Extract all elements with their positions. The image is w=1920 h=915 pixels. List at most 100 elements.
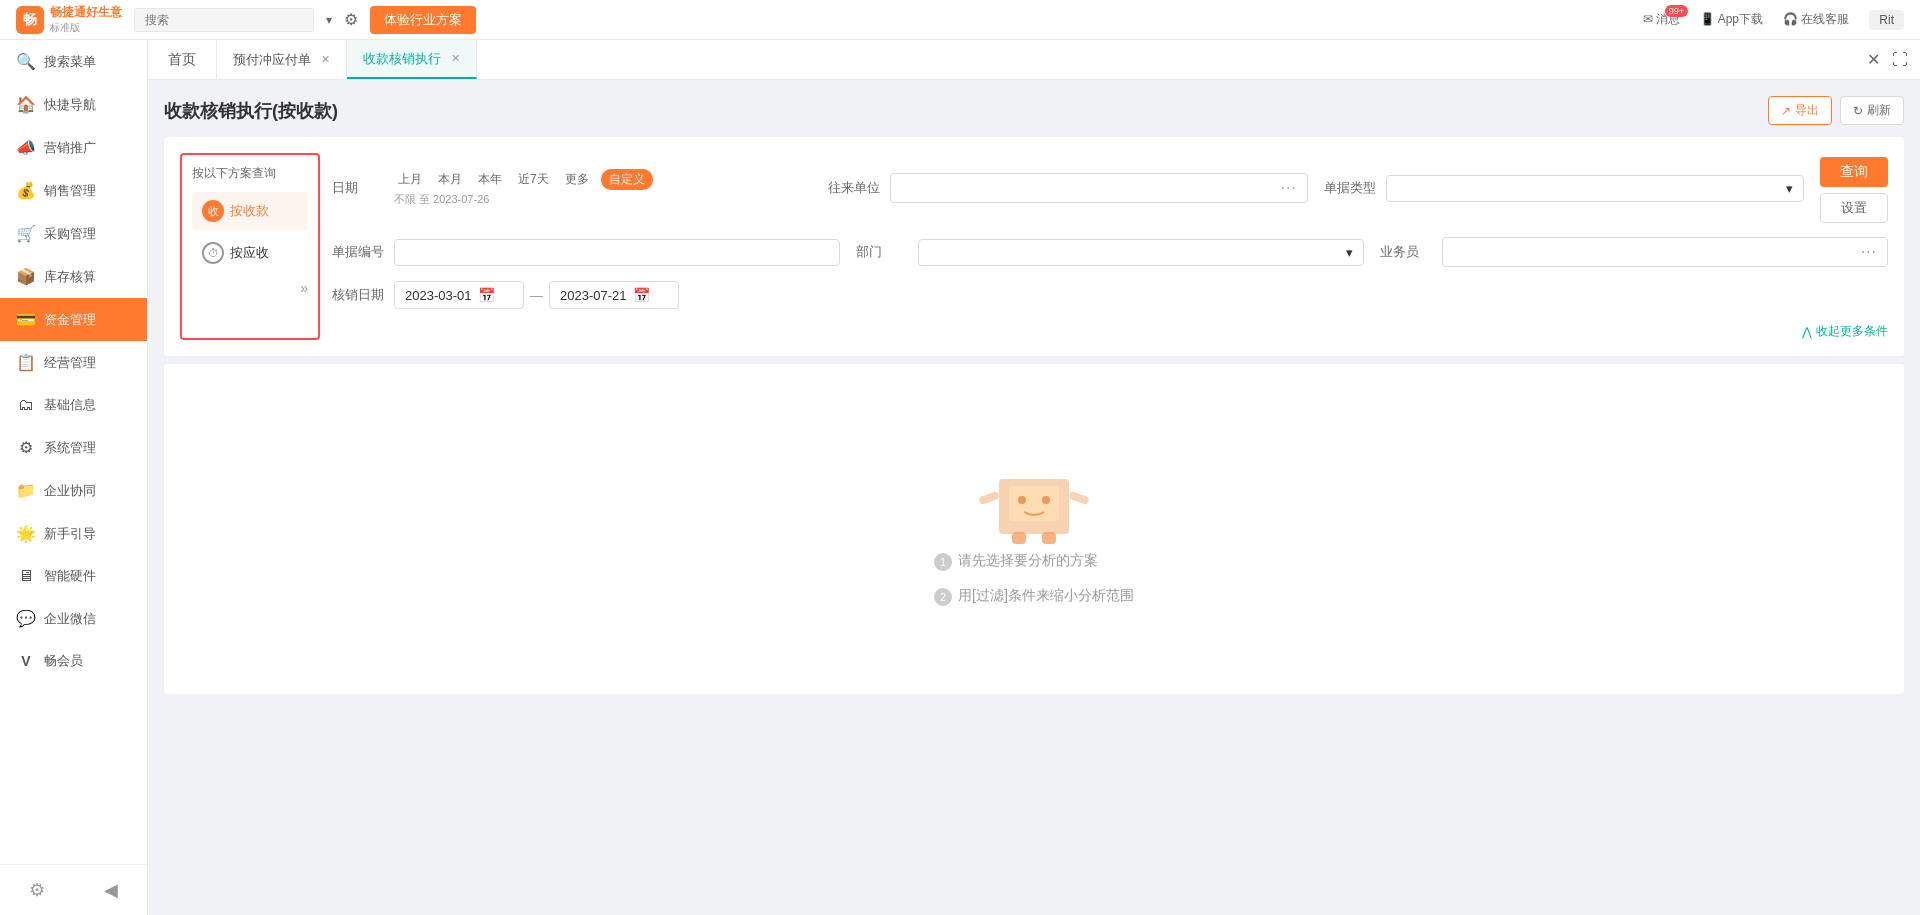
sidebar-item-collab[interactable]: 📁 企业协同 bbox=[0, 469, 147, 512]
logo-icon: 畅 bbox=[16, 6, 44, 34]
sidebar-label-finance: 资金管理 bbox=[44, 311, 96, 329]
tab-verify-close[interactable]: ✕ bbox=[451, 52, 460, 65]
sidebar-label-purchase: 采购管理 bbox=[44, 225, 96, 243]
page-header: 收款核销执行(按收款) ↗ 导出 ↻ 刷新 bbox=[164, 96, 1904, 125]
collapse-more-icon: ⋀ bbox=[1802, 325, 1812, 339]
refresh-button[interactable]: ↻ 刷新 bbox=[1840, 96, 1904, 125]
sidebar-item-finance[interactable]: 💳 资金管理 bbox=[0, 298, 147, 341]
app-download-btn[interactable]: 📱 App下载 bbox=[1700, 11, 1763, 28]
sidebar: 🔍 搜索菜单 🏠 快捷导航 📣 营销推广 💰 销售管理 🛒 采购管理 📦 库存核… bbox=[0, 40, 148, 915]
query-button[interactable]: 查询 bbox=[1820, 157, 1888, 187]
sidebar-collapse-icon[interactable]: ◀ bbox=[92, 873, 130, 907]
settings-button[interactable]: 设置 bbox=[1820, 193, 1888, 223]
collapse-icon[interactable]: » bbox=[300, 280, 308, 296]
page-title: 收款核销执行(按收款) bbox=[164, 99, 338, 123]
svg-rect-5 bbox=[1068, 491, 1090, 505]
refresh-label: 刷新 bbox=[1867, 102, 1891, 119]
sidebar-item-marketing[interactable]: 📣 营销推广 bbox=[0, 126, 147, 169]
verify-date-start[interactable]: 2023-03-01 📅 bbox=[394, 281, 524, 309]
export-icon: ↗ bbox=[1781, 104, 1791, 118]
salesman-dots: ··· bbox=[1861, 243, 1877, 261]
collapse-more-btn[interactable]: ⋀ 收起更多条件 bbox=[1802, 323, 1888, 340]
download-icon: 📱 bbox=[1700, 12, 1715, 26]
sidebar-item-inventory[interactable]: 📦 库存核算 bbox=[0, 255, 147, 298]
date-tab-more[interactable]: 更多 bbox=[561, 170, 593, 189]
date-tab-custom[interactable]: 自定义 bbox=[601, 169, 653, 190]
sidebar-item-guide[interactable]: 🌟 新手引导 bbox=[0, 512, 147, 555]
date-label: 日期 bbox=[332, 179, 386, 197]
tab-prepay-close[interactable]: ✕ bbox=[321, 53, 330, 66]
industry-btn[interactable]: 体验行业方案 bbox=[370, 6, 476, 34]
search-input[interactable] bbox=[134, 8, 314, 32]
collab-icon: 📁 bbox=[16, 481, 36, 500]
tab-expand-icon[interactable]: ⛶ bbox=[1888, 47, 1912, 73]
export-label: 导出 bbox=[1795, 102, 1819, 119]
sidebar-item-basic-info[interactable]: 🗂 基础信息 bbox=[0, 384, 147, 426]
sidebar-item-system[interactable]: ⚙ 系统管理 bbox=[0, 426, 147, 469]
salesman-input[interactable]: ··· bbox=[1442, 237, 1888, 267]
top-bar-right: ✉ 消息 99+ 📱 App下载 🎧 在线客服 Rit bbox=[1643, 10, 1904, 30]
finance-icon: 💳 bbox=[16, 310, 36, 329]
message-count: 99+ bbox=[1665, 5, 1688, 17]
cal-start-icon[interactable]: 📅 bbox=[478, 287, 495, 303]
date-tab-last-month[interactable]: 上月 bbox=[394, 170, 426, 189]
empty-state: 1 请先选择要分析的方案 2 用[过滤]条件来缩小分析范围 bbox=[164, 364, 1904, 694]
system-icon: ⚙ bbox=[16, 438, 36, 457]
filter-option-by-receivable[interactable]: ⏱ 按应收 bbox=[192, 234, 308, 272]
hint-num-2: 2 bbox=[934, 588, 952, 606]
date-tab-this-month[interactable]: 本月 bbox=[434, 170, 466, 189]
date-tabs: 上月 本月 本年 近7天 更多 自定义 bbox=[394, 169, 812, 190]
sidebar-item-search[interactable]: 🔍 搜索菜单 bbox=[0, 40, 147, 83]
user-info[interactable]: Rit bbox=[1869, 10, 1904, 30]
empty-hint-1: 1 请先选择要分析的方案 bbox=[934, 552, 1134, 571]
empty-illustration bbox=[974, 444, 1094, 544]
online-service-btn[interactable]: 🎧 在线客服 bbox=[1783, 11, 1849, 28]
bill-no-field: 单据编号 bbox=[332, 239, 840, 266]
tab-home[interactable]: 首页 bbox=[148, 40, 217, 79]
filter-option-by-receipt[interactable]: 收 按收款 bbox=[192, 192, 308, 230]
cal-end-icon[interactable]: 📅 bbox=[633, 287, 650, 303]
tab-prepay-label: 预付冲应付单 bbox=[233, 51, 311, 69]
operations-icon: 📋 bbox=[16, 353, 36, 372]
date-tab-this-year[interactable]: 本年 bbox=[474, 170, 506, 189]
sidebar-item-nav[interactable]: 🏠 快捷导航 bbox=[0, 83, 147, 126]
sidebar-item-operations[interactable]: 📋 经营管理 bbox=[0, 341, 147, 384]
bill-no-input[interactable] bbox=[394, 239, 840, 266]
dropdown-btn[interactable]: ▾ bbox=[326, 13, 332, 27]
hint-text-1: 请先选择要分析的方案 bbox=[958, 552, 1098, 570]
tab-verify[interactable]: 收款核销执行 ✕ bbox=[347, 40, 477, 79]
content-area: 首页 预付冲应付单 ✕ 收款核销执行 ✕ ✕ ⛶ 收款核销执行(按收款) ↗ bbox=[148, 40, 1920, 915]
counterpart-input[interactable]: ··· bbox=[890, 173, 1308, 203]
tab-prepay[interactable]: 预付冲应付单 ✕ bbox=[217, 40, 347, 79]
sidebar-item-wechat[interactable]: 💬 企业微信 bbox=[0, 597, 147, 640]
empty-content: 1 请先选择要分析的方案 2 用[过滤]条件来缩小分析范围 bbox=[934, 444, 1134, 614]
message-btn[interactable]: ✉ 消息 99+ bbox=[1643, 11, 1680, 28]
tab-close-all-icon[interactable]: ✕ bbox=[1863, 46, 1884, 73]
dept-select[interactable]: ▾ bbox=[918, 239, 1364, 266]
service-label: 在线客服 bbox=[1801, 12, 1849, 26]
page-header-actions: ↗ 导出 ↻ 刷新 bbox=[1768, 96, 1904, 125]
bill-type-label: 单据类型 bbox=[1324, 179, 1378, 197]
sidebar-settings-icon[interactable]: ⚙ bbox=[17, 873, 57, 907]
sidebar-item-sales[interactable]: 💰 销售管理 bbox=[0, 169, 147, 212]
dept-label: 部门 bbox=[856, 243, 910, 261]
verify-date-end[interactable]: 2023-07-21 📅 bbox=[549, 281, 679, 309]
app-logo: 畅 畅捷通好生意 标准版 bbox=[16, 4, 122, 35]
logo-text-block: 畅捷通好生意 标准版 bbox=[50, 4, 122, 35]
receivable-option-icon: ⏱ bbox=[202, 242, 224, 264]
sidebar-item-purchase[interactable]: 🛒 采购管理 bbox=[0, 212, 147, 255]
date-tab-7days[interactable]: 近7天 bbox=[514, 170, 553, 189]
bill-type-select[interactable]: ▾ bbox=[1386, 175, 1804, 202]
purchase-icon: 🛒 bbox=[16, 224, 36, 243]
sidebar-item-hardware[interactable]: 🖥 智能硬件 bbox=[0, 555, 147, 597]
gear-icon[interactable]: ⚙ bbox=[344, 10, 358, 29]
sidebar-label-basic-info: 基础信息 bbox=[44, 396, 96, 414]
hint-text-2: 用[过滤]条件来缩小分析范围 bbox=[958, 587, 1134, 605]
bill-type-field: 单据类型 ▾ bbox=[1324, 175, 1804, 202]
verify-date-field: 核销日期 2023-03-01 📅 — 2023-07-21 📅 bbox=[332, 281, 1888, 309]
sidebar-item-member[interactable]: V 畅会员 bbox=[0, 640, 147, 682]
receipt-option-icon: 收 bbox=[202, 200, 224, 222]
date-range-hint: 不限 至 2023-07-26 bbox=[394, 192, 812, 207]
export-button[interactable]: ↗ 导出 bbox=[1768, 96, 1832, 125]
sidebar-label-guide: 新手引导 bbox=[44, 525, 96, 543]
